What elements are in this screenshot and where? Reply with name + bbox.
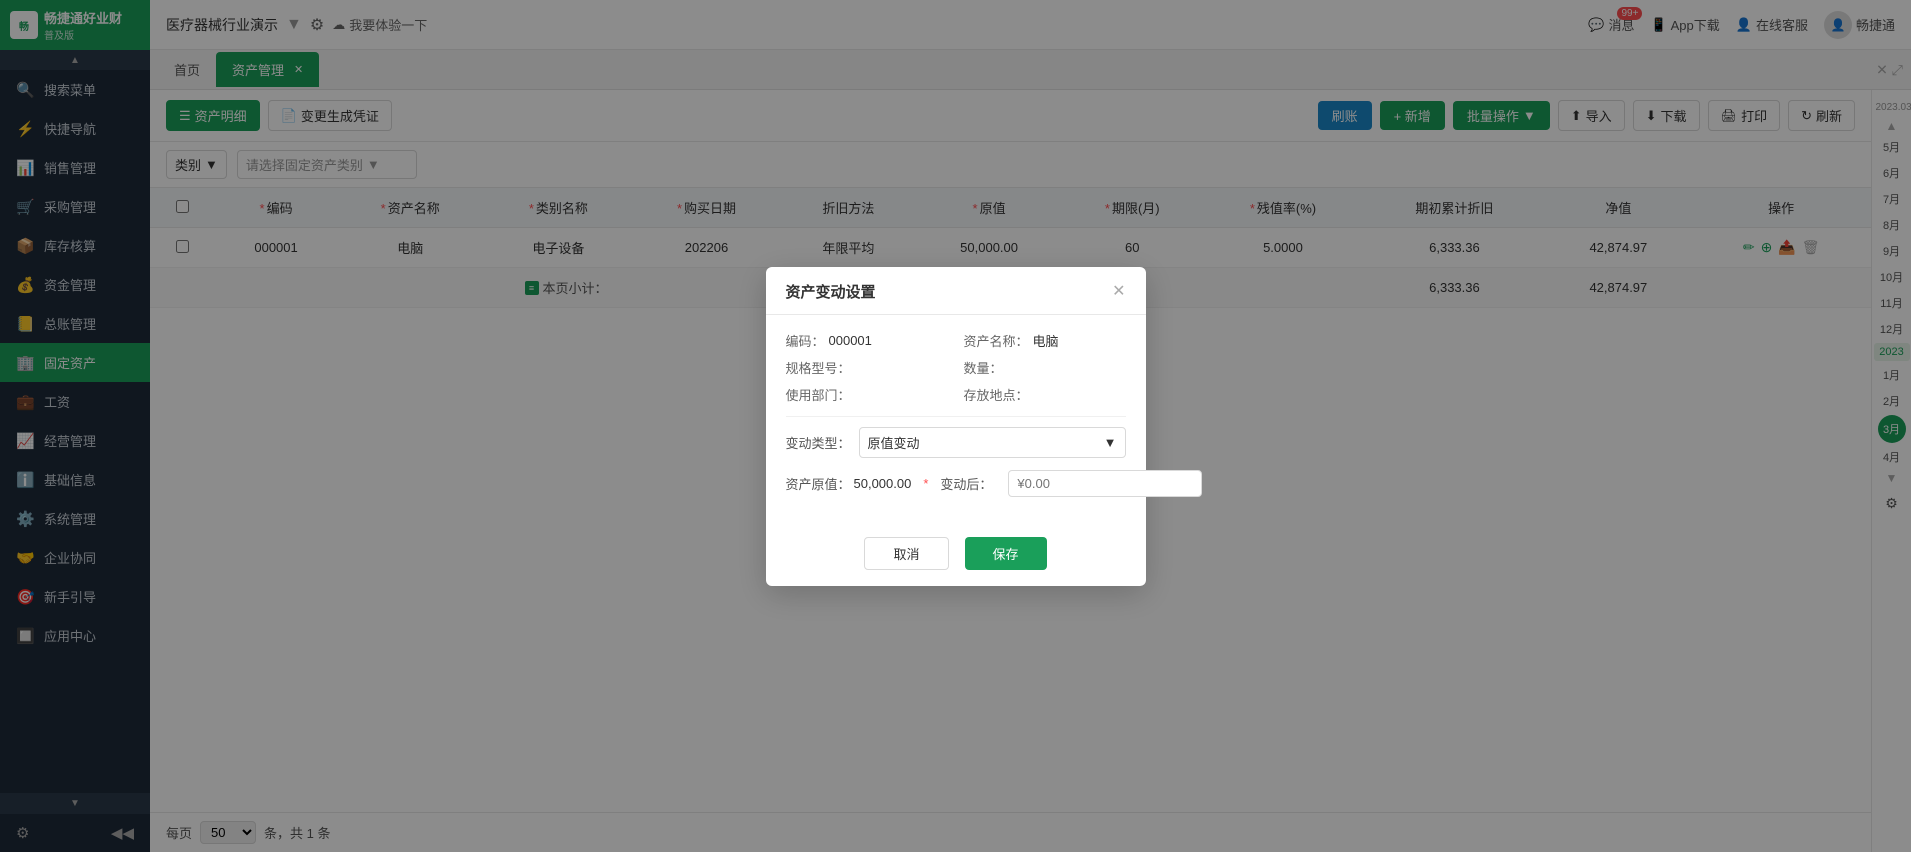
modal-original-value-display: 50,000.00 <box>854 476 912 491</box>
modal-overlay: 资产变动设置 ✕ 编码： 000001 资产名称： 电脑 规格型号： 数量： <box>0 0 1911 852</box>
modal-change-type-dropdown-icon: ▼ <box>1104 435 1117 450</box>
modal-cancel-btn[interactable]: 取消 <box>864 537 948 570</box>
modal-asset-name-label: 资产名称： <box>964 331 1029 350</box>
modal-asset-name-value: 电脑 <box>1033 331 1059 350</box>
modal-change-type-value: 原值变动 <box>868 433 920 452</box>
modal-location-label: 存放地点： <box>964 385 1029 404</box>
modal-code-item: 编码： 000001 <box>786 331 948 350</box>
modal-change-type-label: 变动类型： <box>786 433 851 452</box>
modal-after-value-label: 变动后： <box>940 474 1000 493</box>
modal-code-label: 编码： <box>786 331 825 350</box>
modal-info-grid: 编码： 000001 资产名称： 电脑 规格型号： 数量： 使用部门： <box>786 331 1126 404</box>
modal-required-star: * <box>923 476 928 491</box>
asset-change-modal: 资产变动设置 ✕ 编码： 000001 资产名称： 电脑 规格型号： 数量： <box>766 267 1146 586</box>
modal-after-value-input[interactable] <box>1008 470 1202 497</box>
modal-spec-item: 规格型号： <box>786 358 948 377</box>
modal-value-row: 资产原值： 50,000.00 * 变动后： <box>786 470 1126 497</box>
modal-spec-label: 规格型号： <box>786 358 851 377</box>
modal-footer: 取消 保存 <box>766 525 1146 586</box>
modal-header: 资产变动设置 ✕ <box>766 267 1146 315</box>
modal-department-item: 使用部门： <box>786 385 948 404</box>
modal-department-label: 使用部门： <box>786 385 851 404</box>
modal-asset-name-item: 资产名称： 电脑 <box>964 331 1126 350</box>
modal-quantity-item: 数量： <box>964 358 1126 377</box>
modal-title: 资产变动设置 <box>786 281 876 302</box>
modal-code-value: 000001 <box>829 333 872 348</box>
modal-close-btn[interactable]: ✕ <box>1112 281 1125 301</box>
modal-save-btn[interactable]: 保存 <box>965 537 1047 570</box>
modal-divider <box>786 416 1126 417</box>
modal-original-value-label: 资产原值： <box>786 474 846 493</box>
modal-location-item: 存放地点： <box>964 385 1126 404</box>
modal-change-type-select[interactable]: 原值变动 ▼ <box>859 427 1126 458</box>
modal-change-type-row: 变动类型： 原值变动 ▼ <box>786 427 1126 458</box>
modal-quantity-label: 数量： <box>964 358 1003 377</box>
modal-body: 编码： 000001 资产名称： 电脑 规格型号： 数量： 使用部门： <box>766 315 1146 525</box>
